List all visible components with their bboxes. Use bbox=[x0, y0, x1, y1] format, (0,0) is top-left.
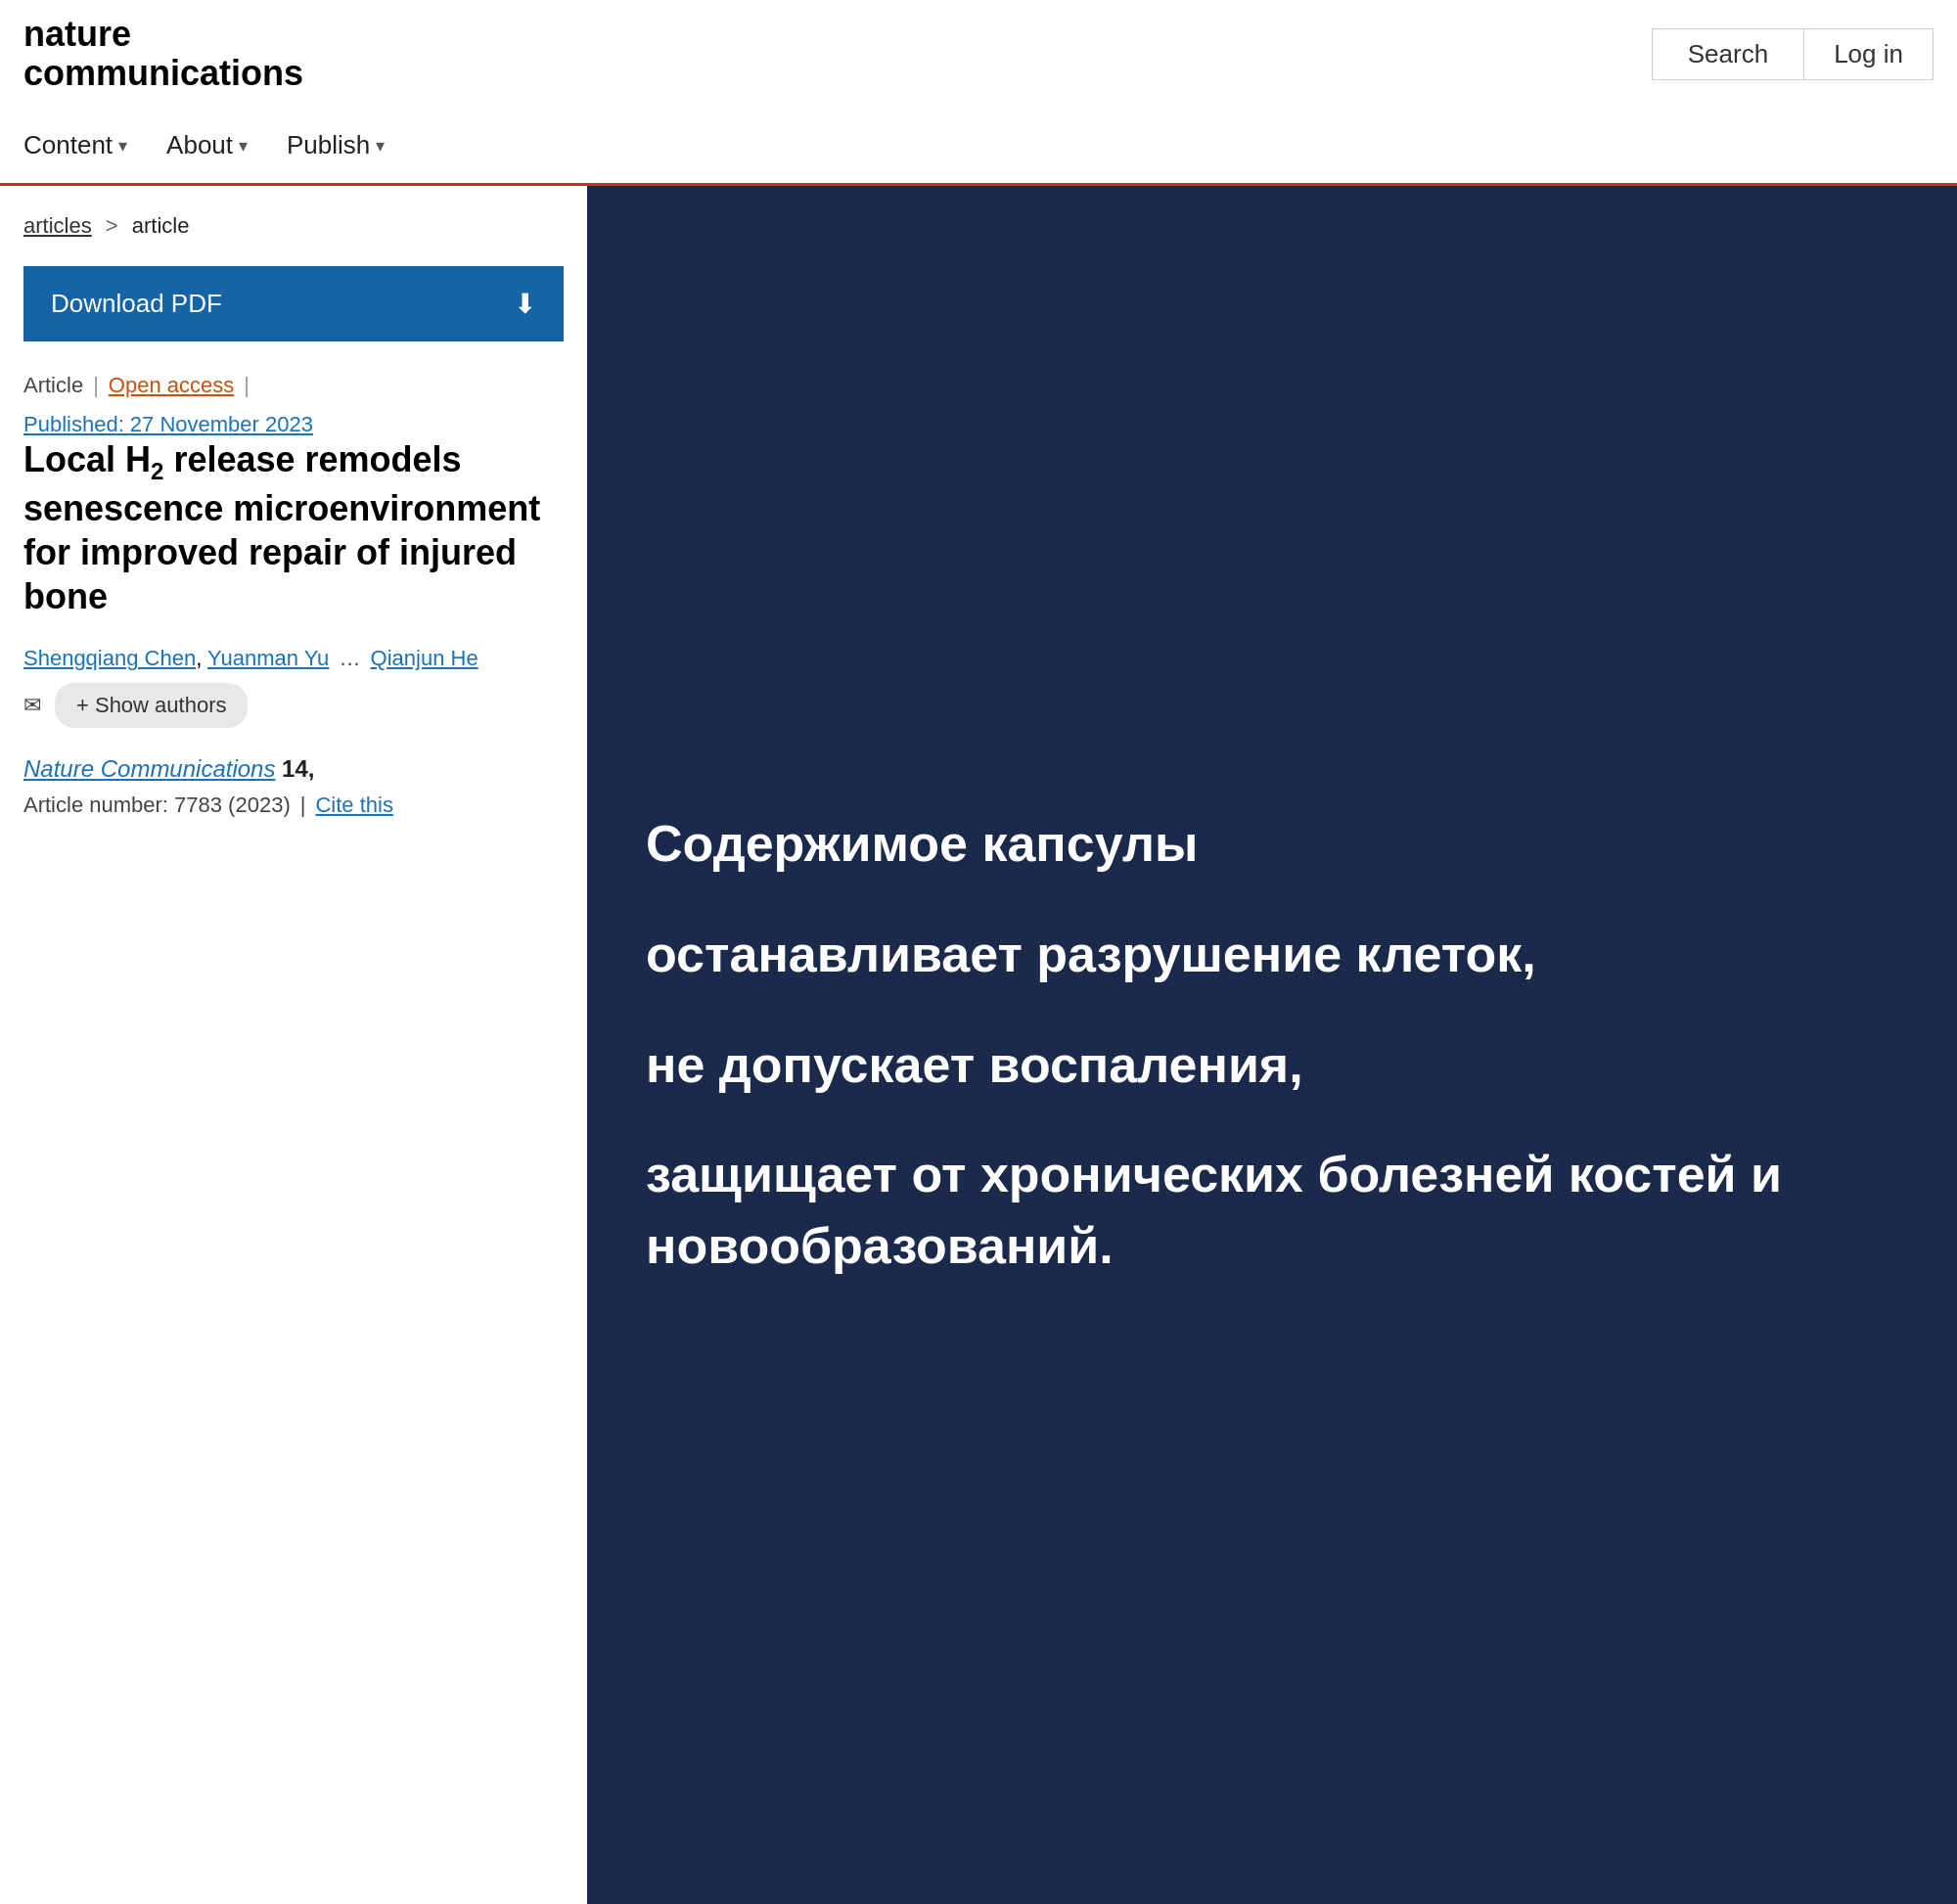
login-button[interactable]: Log in bbox=[1804, 28, 1934, 80]
journal-link[interactable]: Nature Communications bbox=[23, 755, 275, 782]
overlay-text: Содержимое капсулы останавливает разруше… bbox=[646, 808, 1898, 1282]
open-access-link[interactable]: Open access bbox=[109, 373, 234, 398]
logo-line1: nature bbox=[23, 15, 303, 54]
download-pdf-button[interactable]: Download PDF ⬇ bbox=[23, 266, 564, 341]
meta-separator: | bbox=[93, 373, 99, 398]
site-logo: nature communications bbox=[23, 15, 303, 92]
header-actions: Search Log in bbox=[1652, 28, 1934, 80]
breadcrumb: articles > article bbox=[23, 213, 564, 239]
chevron-down-icon: ▾ bbox=[239, 135, 248, 157]
breadcrumb-separator: > bbox=[106, 213, 118, 238]
article-title: Local H2 release remodels senescence mic… bbox=[23, 437, 564, 618]
article-type-label: Article bbox=[23, 373, 83, 398]
download-icon: ⬇ bbox=[514, 288, 536, 320]
authors-ellipsis: … bbox=[339, 646, 360, 670]
breadcrumb-current: article bbox=[132, 213, 190, 238]
author-actions: ✉ + Show authors bbox=[23, 683, 564, 728]
article-separator2: | bbox=[300, 793, 306, 818]
overlay-line-4: защищает от хронических болезней костей … bbox=[646, 1139, 1898, 1282]
article-column: articles > article Download PDF ⬇ Articl… bbox=[0, 186, 587, 1904]
authors-line: Shengqiang Chen, Yuanman Yu … Qianjun He bbox=[23, 646, 564, 671]
overlay-line-3: не допускает воспаления, bbox=[646, 1029, 1898, 1101]
article-number-label: Article number: 7783 (2023) bbox=[23, 793, 291, 818]
breadcrumb-articles-link[interactable]: articles bbox=[23, 213, 92, 238]
chevron-down-icon: ▾ bbox=[376, 135, 385, 157]
email-icon[interactable]: ✉ bbox=[23, 693, 41, 718]
chevron-down-icon: ▾ bbox=[118, 135, 127, 157]
download-pdf-label: Download PDF bbox=[51, 289, 222, 319]
title-subscript: 2 bbox=[151, 458, 163, 484]
main-container: articles > article Download PDF ⬇ Articl… bbox=[0, 186, 1957, 1904]
published-date: Published: 27 November 2023 bbox=[23, 412, 564, 437]
article-meta: Article | Open access | bbox=[23, 373, 564, 398]
nav-item-about[interactable]: About ▾ bbox=[166, 130, 248, 160]
author3-link[interactable]: Qianjun He bbox=[371, 646, 478, 670]
nav-content-label: Content bbox=[23, 130, 113, 160]
author1-link[interactable]: Shengqiang Chen bbox=[23, 646, 196, 670]
nav-publish-label: Publish bbox=[287, 130, 370, 160]
title-part1: Local H bbox=[23, 439, 151, 479]
nav-item-content[interactable]: Content ▾ bbox=[23, 130, 127, 160]
nav-about-label: About bbox=[166, 130, 233, 160]
site-header: nature communications Search Log in bbox=[0, 0, 1957, 108]
cite-this-link[interactable]: Cite this bbox=[315, 793, 392, 818]
nav-item-publish[interactable]: Publish ▾ bbox=[287, 130, 385, 160]
article-number-line: Article number: 7783 (2023) | Cite this bbox=[23, 793, 564, 818]
journal-volume: 14, bbox=[282, 755, 314, 782]
author2-link[interactable]: Yuanman Yu bbox=[207, 646, 329, 670]
logo-line2: communications bbox=[23, 54, 303, 93]
show-authors-button[interactable]: + Show authors bbox=[55, 683, 248, 728]
meta-separator2: | bbox=[244, 373, 250, 398]
search-button[interactable]: Search bbox=[1652, 28, 1804, 80]
published-date-link[interactable]: Published: 27 November 2023 bbox=[23, 412, 564, 437]
overlay-panel: Содержимое капсулы останавливает разруше… bbox=[587, 186, 1957, 1904]
journal-info: Nature Communications 14, bbox=[23, 755, 564, 783]
main-nav: Content ▾ About ▾ Publish ▾ bbox=[0, 108, 1957, 186]
overlay-line-2: останавливает разрушение клеток, bbox=[646, 919, 1898, 990]
overlay-line-1: Содержимое капсулы bbox=[646, 808, 1898, 880]
